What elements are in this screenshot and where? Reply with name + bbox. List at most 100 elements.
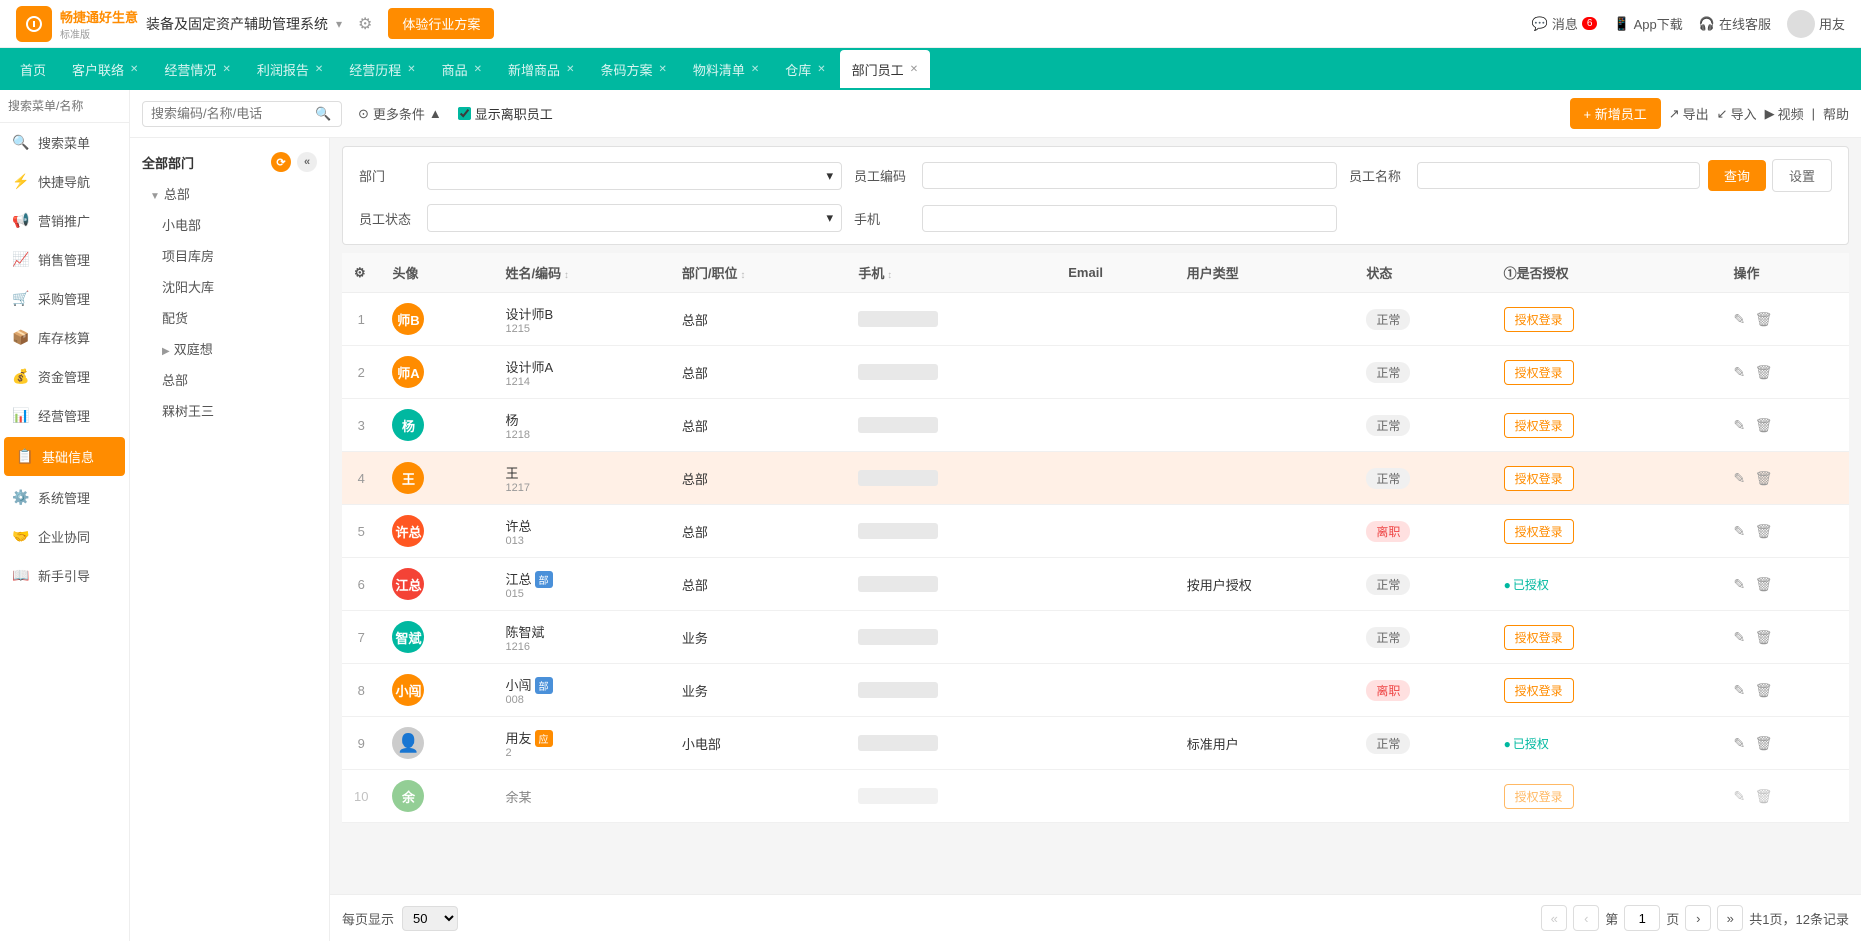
close-icon[interactable]: ✕ bbox=[658, 64, 666, 75]
sidebar-item-business[interactable]: 📊 经营管理 bbox=[0, 396, 129, 435]
tab-home[interactable]: 首页 bbox=[8, 50, 58, 88]
auth-login-btn[interactable]: 授权登录 bbox=[1504, 678, 1574, 703]
edit-icon[interactable]: ✎ bbox=[1733, 364, 1745, 380]
tab-materials[interactable]: 物料清单 ✕ bbox=[681, 50, 771, 88]
delete-icon[interactable]: 🗑 bbox=[1755, 788, 1773, 804]
auth-login-btn[interactable]: 授权登录 bbox=[1504, 519, 1574, 544]
row-auth[interactable]: 授权登录 bbox=[1492, 611, 1682, 664]
delete-icon[interactable]: 🗑 bbox=[1755, 523, 1773, 539]
delete-icon[interactable]: 🗑 bbox=[1755, 364, 1773, 380]
dept-select[interactable]: ▾ bbox=[427, 162, 842, 190]
sidebar-item-guide[interactable]: 📖 新手引导 bbox=[0, 556, 129, 595]
next-page-btn[interactable]: › bbox=[1685, 905, 1711, 931]
sidebar-item-system[interactable]: ⚙️ 系统管理 bbox=[0, 478, 129, 517]
close-icon[interactable]: ✕ bbox=[817, 64, 825, 75]
edit-icon[interactable]: ✎ bbox=[1733, 682, 1745, 698]
tab-history[interactable]: 经营历程 ✕ bbox=[337, 50, 427, 88]
row-auth[interactable]: 授权登录 bbox=[1492, 664, 1682, 717]
row-auth[interactable]: 授权登录 bbox=[1492, 770, 1682, 823]
close-icon[interactable]: ✕ bbox=[315, 64, 323, 75]
video-btn[interactable]: ▶ 视频 bbox=[1765, 104, 1804, 123]
close-icon[interactable]: ✕ bbox=[130, 64, 138, 75]
close-icon[interactable]: ✕ bbox=[751, 64, 759, 75]
dept-item-plum[interactable]: 槑树王三 bbox=[130, 395, 329, 426]
tab-profit[interactable]: 利润报告 ✕ bbox=[245, 50, 335, 88]
row-auth[interactable]: 授权登录 bbox=[1492, 346, 1682, 399]
tab-barcode[interactable]: 条码方案 ✕ bbox=[588, 50, 678, 88]
sidebar-item-purchase[interactable]: 🛒 采购管理 bbox=[0, 279, 129, 318]
page-number-input[interactable] bbox=[1624, 905, 1660, 931]
delete-icon[interactable]: 🗑 bbox=[1755, 417, 1773, 433]
system-dropdown-arrow[interactable]: ▾ bbox=[336, 17, 342, 31]
code-input[interactable] bbox=[922, 162, 1337, 189]
delete-icon[interactable]: 🗑 bbox=[1755, 576, 1773, 592]
auth-login-btn[interactable]: 授权登录 bbox=[1504, 307, 1574, 332]
row-auth[interactable]: 授权登录 bbox=[1492, 452, 1682, 505]
edit-icon[interactable]: ✎ bbox=[1733, 788, 1745, 804]
sidebar-search-bar[interactable]: 🔍 bbox=[0, 90, 129, 123]
status-select[interactable]: ▾ bbox=[427, 204, 842, 232]
close-icon[interactable]: ✕ bbox=[222, 64, 230, 75]
show-resigned-check[interactable] bbox=[458, 107, 471, 120]
tab-customer[interactable]: 客户联络 ✕ bbox=[60, 50, 150, 88]
row-auth[interactable]: 授权登录 bbox=[1492, 399, 1682, 452]
search-bar[interactable]: 🔍 bbox=[142, 101, 342, 127]
dept-refresh-icon[interactable]: ⟳ bbox=[271, 152, 291, 172]
tab-staff[interactable]: 部门员工 ✕ bbox=[840, 50, 930, 88]
close-icon[interactable]: ✕ bbox=[566, 64, 574, 75]
search-input[interactable] bbox=[151, 106, 311, 121]
sidebar-item-quicknav[interactable]: ⚡ 快捷导航 bbox=[0, 162, 129, 201]
gear-icon[interactable]: ⚙ bbox=[358, 14, 372, 34]
dept-item-xiaoelectronics[interactable]: 小电部 bbox=[130, 209, 329, 240]
dept-item-shenyang[interactable]: 沈阳大库 bbox=[130, 271, 329, 302]
query-button[interactable]: 查询 bbox=[1708, 160, 1766, 191]
row-auth[interactable]: 授权登录 bbox=[1492, 293, 1682, 346]
sidebar-item-search[interactable]: 🔍 搜索菜单 bbox=[0, 123, 129, 162]
trial-button[interactable]: 体验行业方案 bbox=[388, 8, 494, 39]
edit-icon[interactable]: ✎ bbox=[1733, 470, 1745, 486]
sidebar-item-collab[interactable]: 🤝 企业协同 bbox=[0, 517, 129, 556]
more-conditions-btn[interactable]: ⊙ 更多条件 ▲ bbox=[350, 100, 450, 127]
user-area[interactable]: 用友 bbox=[1787, 10, 1845, 38]
delete-icon[interactable]: 🗑 bbox=[1755, 470, 1773, 486]
auth-login-btn[interactable]: 授权登录 bbox=[1504, 466, 1574, 491]
edit-icon[interactable]: ✎ bbox=[1733, 523, 1745, 539]
more-btn[interactable]: | bbox=[1812, 106, 1815, 121]
tab-goods[interactable]: 商品 ✕ bbox=[430, 50, 494, 88]
auth-login-btn[interactable]: 授权登录 bbox=[1504, 784, 1574, 809]
first-page-btn[interactable]: « bbox=[1541, 905, 1567, 931]
row-auth[interactable]: 授权登录 bbox=[1492, 505, 1682, 558]
dept-item-distribution[interactable]: 配货 bbox=[130, 302, 329, 333]
sidebar-item-sales[interactable]: 📈 销售管理 bbox=[0, 240, 129, 279]
col-settings[interactable]: ⚙ bbox=[342, 253, 380, 293]
dept-item-headquarters[interactable]: 总部 bbox=[130, 364, 329, 395]
dept-item-head[interactable]: ▼总部 bbox=[130, 178, 329, 209]
col-name[interactable]: 姓名/编码 bbox=[494, 253, 670, 293]
online-service-btn[interactable]: 🎧 在线客服 bbox=[1699, 14, 1771, 33]
delete-icon[interactable]: 🗑 bbox=[1755, 682, 1773, 698]
help-btn[interactable]: 帮助 bbox=[1823, 104, 1849, 123]
dept-item-project-store[interactable]: 项目库房 bbox=[130, 240, 329, 271]
app-download-btn[interactable]: 📱 App下载 bbox=[1613, 14, 1682, 33]
add-employee-button[interactable]: + 新增员工 bbox=[1570, 98, 1661, 129]
auth-login-btn[interactable]: 授权登录 bbox=[1504, 625, 1574, 650]
sidebar-item-basic[interactable]: 📋 基础信息 bbox=[4, 437, 125, 476]
col-dept[interactable]: 部门/职位 bbox=[670, 253, 846, 293]
message-btn[interactable]: 💬 消息 6 bbox=[1532, 14, 1598, 33]
sidebar-item-finance[interactable]: 💰 资金管理 bbox=[0, 357, 129, 396]
reset-button[interactable]: 设置 bbox=[1772, 159, 1832, 192]
tab-add-goods[interactable]: 新增商品 ✕ bbox=[496, 50, 586, 88]
close-icon[interactable]: ✕ bbox=[910, 64, 918, 75]
edit-icon[interactable]: ✎ bbox=[1733, 576, 1745, 592]
edit-icon[interactable]: ✎ bbox=[1733, 417, 1745, 433]
edit-icon[interactable]: ✎ bbox=[1733, 629, 1745, 645]
edit-icon[interactable]: ✎ bbox=[1733, 311, 1745, 327]
sidebar-search-input[interactable] bbox=[8, 99, 130, 113]
page-size-select[interactable]: 50 20 100 bbox=[402, 906, 458, 931]
col-phone[interactable]: 手机 bbox=[846, 253, 1056, 293]
prev-page-btn[interactable]: ‹ bbox=[1573, 905, 1599, 931]
dept-collapse-icon[interactable]: « bbox=[297, 152, 317, 172]
import-btn[interactable]: ↙ 导入 bbox=[1717, 104, 1757, 123]
auth-login-btn[interactable]: 授权登录 bbox=[1504, 360, 1574, 385]
name-input[interactable] bbox=[1417, 162, 1700, 189]
